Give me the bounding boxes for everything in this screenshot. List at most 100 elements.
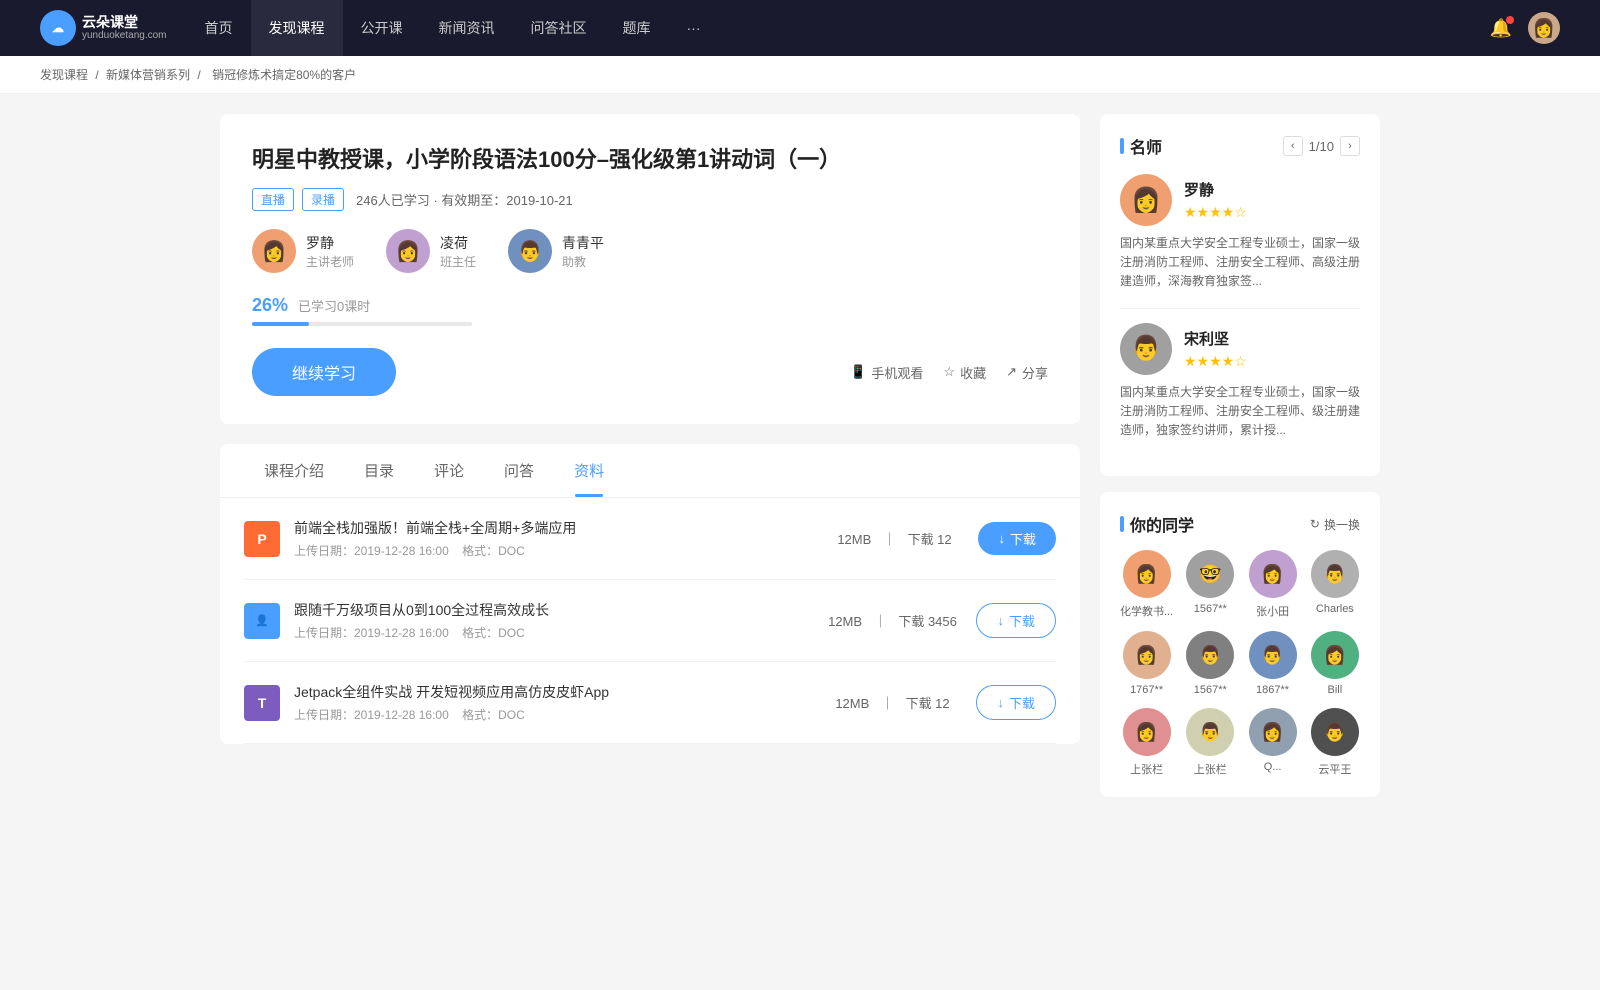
classmate-8-avatar: 👩 [1311, 631, 1359, 679]
resource-stats-3: 12MB ｜ 下载 12 [822, 693, 962, 712]
phone-icon: 📱 [850, 364, 866, 380]
teacher-card-1-name: 罗静 [1184, 179, 1247, 200]
teacher-3-info: 青青平 助教 [562, 233, 604, 270]
tab-resources[interactable]: 资料 [554, 444, 624, 497]
phone-watch-button[interactable]: 📱 手机观看 [850, 363, 923, 382]
tag-live: 直播 [252, 188, 294, 211]
classmate-12-name: 云平王 [1318, 761, 1351, 777]
download-button-1[interactable]: ↓ 下载 [978, 522, 1056, 555]
classmate-11[interactable]: 👩 Q... [1247, 708, 1297, 777]
teacher-pager: ‹ 1/10 › [1283, 136, 1360, 156]
tag-record: 录播 [302, 188, 344, 211]
teacher-1-role: 主讲老师 [306, 253, 354, 270]
download-button-2[interactable]: ↓ 下载 [976, 603, 1056, 638]
pager-prev[interactable]: ‹ [1283, 136, 1303, 156]
nav-bank[interactable]: 题库 [605, 0, 669, 56]
classmate-7[interactable]: 👨 1867** [1247, 631, 1297, 696]
logo-icon: ☁ [40, 10, 76, 46]
classmate-12[interactable]: 👨 云平王 [1310, 708, 1360, 777]
classmate-1[interactable]: 👩 化学教书... [1120, 550, 1173, 619]
classmate-7-name: 1867** [1256, 684, 1289, 696]
nav-home[interactable]: 首页 [187, 0, 251, 56]
breadcrumb-series[interactable]: 新媒体营销系列 [106, 68, 190, 82]
nav-qa[interactable]: 问答社区 [513, 0, 605, 56]
resource-item: P 前端全栈加强版！前端全栈+全周期+多端应用 上传日期：2019-12-28 … [244, 498, 1056, 580]
classmate-3-name: 张小田 [1256, 603, 1289, 619]
resource-info-2: 跟随千万级项目从0到100全过程高效成长 上传日期：2019-12-28 16:… [294, 600, 808, 641]
collect-button[interactable]: ☆ 收藏 [943, 363, 986, 382]
teacher-panel: 名师 ‹ 1/10 › 👩 罗静 ★★★★☆ [1100, 114, 1380, 476]
tabs-header: 课程介绍 目录 评论 问答 资料 [220, 444, 1080, 498]
refresh-icon: ↻ [1310, 517, 1320, 531]
nav-public[interactable]: 公开课 [343, 0, 421, 56]
resource-item-3: T Jetpack全组件实战 开发短视频应用高仿皮皮虾App 上传日期：2019… [244, 662, 1056, 744]
breadcrumb-discover[interactable]: 发现课程 [40, 68, 88, 82]
classmate-5-avatar: 👩 [1123, 631, 1171, 679]
teacher-card-2-info: 宋利坚 ★★★★☆ [1184, 328, 1247, 370]
classmate-11-name: Q... [1264, 761, 1282, 773]
classmate-4[interactable]: 👨 Charles [1310, 550, 1360, 619]
logo-text: 云朵课堂 yunduoketang.com [82, 14, 167, 43]
classmates-grid: 👩 化学教书... 🤓 1567** 👩 张小田 👨 Charles 👩 [1120, 550, 1360, 777]
pager-next[interactable]: › [1340, 136, 1360, 156]
teacher-1-info: 罗静 主讲老师 [306, 233, 354, 270]
classmate-10-name: 上张栏 [1194, 761, 1227, 777]
classmate-12-avatar: 👨 [1311, 708, 1359, 756]
user-avatar[interactable]: 👩 [1528, 12, 1560, 44]
share-button[interactable]: ↗ 分享 [1006, 363, 1048, 382]
course-meta: 246人已学习 · 有效期至：2019-10-21 [356, 190, 573, 209]
download-button-3[interactable]: ↓ 下载 [976, 685, 1056, 720]
teacher-2-role: 班主任 [440, 253, 476, 270]
nav-discover[interactable]: 发现课程 [251, 0, 343, 56]
resource-name-2: 跟随千万级项目从0到100全过程高效成长 [294, 600, 808, 620]
teacher-card-1-desc: 国内某重点大学安全工程专业硕士，国家一级注册消防工程师、注册安全工程师、高级注册… [1120, 234, 1360, 292]
teacher-3: 👨 青青平 助教 [508, 229, 604, 273]
breadcrumb-current: 销冠修炼术搞定80%的客户 [212, 68, 356, 82]
teacher-card-1-info: 罗静 ★★★★☆ [1184, 179, 1247, 221]
classmate-7-avatar: 👨 [1249, 631, 1297, 679]
tab-catalog[interactable]: 目录 [344, 444, 414, 497]
classmate-2[interactable]: 🤓 1567** [1185, 550, 1235, 619]
teacher-panel-title: 名师 [1120, 134, 1162, 158]
star-icon: ☆ [943, 364, 955, 380]
logo[interactable]: ☁ 云朵课堂 yunduoketang.com [40, 10, 167, 46]
classmate-8[interactable]: 👩 Bill [1310, 631, 1360, 696]
nav-items: 首页 发现课程 公开课 新闻资讯 问答社区 题库 ··· [187, 0, 1490, 56]
classmate-6[interactable]: 👨 1567** [1185, 631, 1235, 696]
teacher-2: 👩 凌荷 班主任 [386, 229, 476, 273]
teacher-card-2-desc: 国内某重点大学安全工程专业硕士，国家一级注册消防工程师、注册安全工程师、级注册建… [1120, 383, 1360, 441]
resource-info-1: 前端全栈加强版！前端全栈+全周期+多端应用 上传日期：2019-12-28 16… [294, 518, 810, 559]
tab-qa[interactable]: 问答 [484, 444, 554, 497]
tab-intro[interactable]: 课程介绍 [244, 444, 344, 497]
tab-review[interactable]: 评论 [414, 444, 484, 497]
teachers-row: 👩 罗静 主讲老师 👩 凌荷 班主任 👨 青青平 [252, 229, 1048, 273]
breadcrumb: 发现课程 / 新媒体营销系列 / 销冠修炼术搞定80%的客户 [0, 56, 1600, 94]
progress-pct: 26% [252, 295, 288, 316]
continue-button[interactable]: 继续学习 [252, 348, 396, 396]
course-card: 明星中教授课，小学阶段语法100分–强化级第1讲动词（一） 直播 录播 246人… [220, 114, 1080, 424]
nav-news[interactable]: 新闻资讯 [421, 0, 513, 56]
navbar: ☁ 云朵课堂 yunduoketang.com 首页 发现课程 公开课 新闻资讯… [0, 0, 1600, 56]
download-icon-3: ↓ [997, 695, 1004, 710]
right-sidebar: 名师 ‹ 1/10 › 👩 罗静 ★★★★☆ [1100, 114, 1380, 813]
teacher-2-info: 凌荷 班主任 [440, 233, 476, 270]
teacher-card-2-avatar: 👨 [1120, 323, 1172, 375]
classmate-3[interactable]: 👩 张小田 [1247, 550, 1297, 619]
tabs-section: 课程介绍 目录 评论 问答 资料 P 前端全栈加强版！前端全栈+全周期+多端应用… [220, 444, 1080, 744]
nav-more[interactable]: ··· [669, 0, 719, 56]
nav-right: 🔔 👩 [1490, 12, 1560, 44]
share-icon: ↗ [1006, 364, 1017, 380]
progress-section: 26% 已学习0课时 [252, 295, 1048, 326]
resource-icon-1: P [244, 521, 280, 557]
course-tags: 直播 录播 246人已学习 · 有效期至：2019-10-21 [252, 188, 1048, 211]
classmate-8-name: Bill [1328, 684, 1343, 696]
classmate-5[interactable]: 👩 1767** [1120, 631, 1173, 696]
classmate-10[interactable]: 👨 上张栏 [1185, 708, 1235, 777]
bell-icon[interactable]: 🔔 [1490, 18, 1512, 39]
classmate-4-avatar: 👨 [1311, 550, 1359, 598]
classmate-9[interactable]: 👩 上张栏 [1120, 708, 1173, 777]
resource-meta-2: 上传日期：2019-12-28 16:00 格式：DOC [294, 624, 808, 641]
progress-label: 26% 已学习0课时 [252, 295, 1048, 316]
refresh-button[interactable]: ↻ 换一换 [1310, 516, 1360, 533]
main-container: 明星中教授课，小学阶段语法100分–强化级第1讲动词（一） 直播 录播 246人… [200, 114, 1400, 813]
